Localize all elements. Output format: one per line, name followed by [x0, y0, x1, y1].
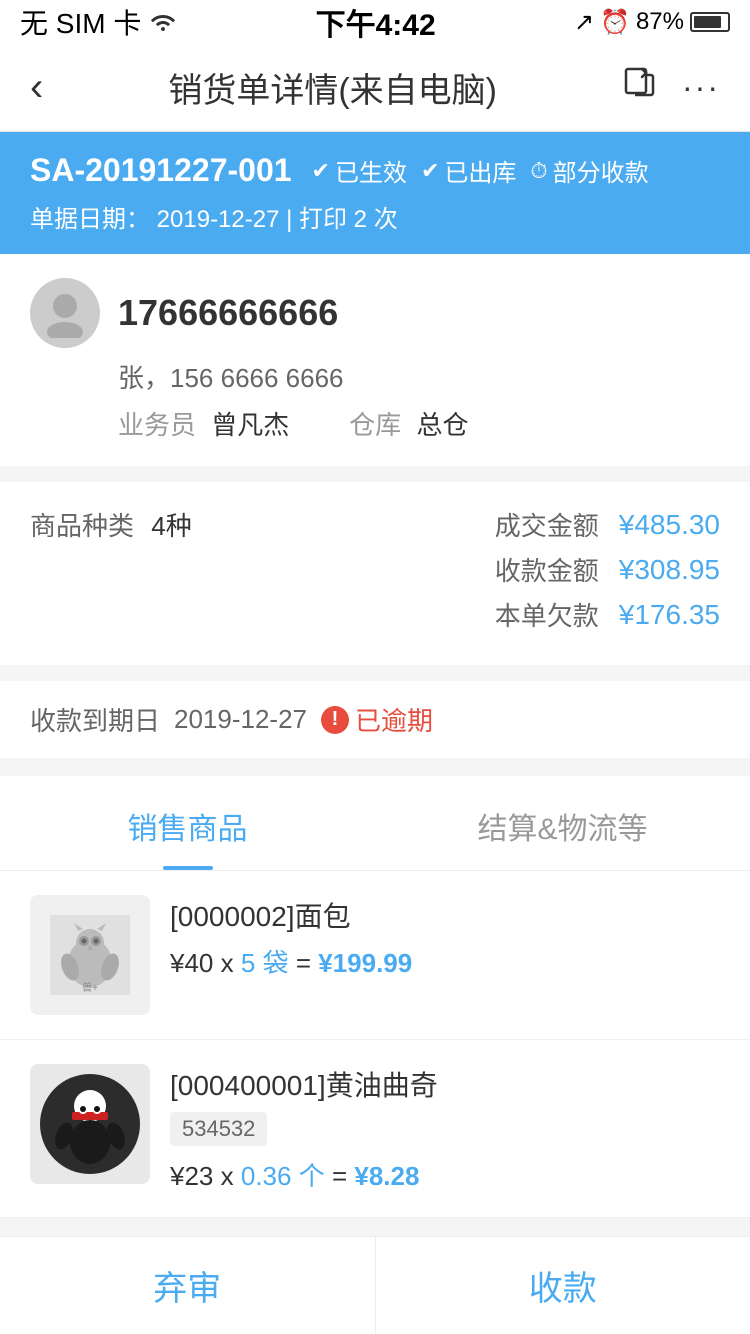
nav-actions: ···	[622, 65, 720, 110]
product-sku-2: 534532	[170, 1112, 267, 1146]
product-item: 兽+ [0000002]面包 ¥40 x 5 袋 = ¥199.99	[0, 871, 750, 1040]
status-left: 无 SIM 卡	[20, 2, 177, 42]
check-icon-1: ✔	[312, 158, 330, 184]
order-id: SA-20191227-001	[30, 152, 292, 189]
product-info-2: [000400001]黄油曲奇 534532 ¥23 x 0.36 个 = ¥8…	[170, 1064, 720, 1193]
overdue-badge: ! 已逾期	[321, 701, 433, 738]
battery-percent: 87%	[636, 8, 684, 36]
header-banner: SA-20191227-001 ✔ 已生效 ✔ 已出库 ⏱ 部分收款 单据日期：…	[0, 132, 750, 254]
section-divider-1	[0, 466, 750, 482]
cancel-review-button[interactable]: 弃审	[0, 1237, 376, 1334]
bottom-bar: 弃审 收款	[0, 1236, 750, 1334]
product-list: 兽+ [0000002]面包 ¥40 x 5 袋 = ¥199.99	[0, 871, 750, 1218]
owe-value: ¥176.35	[619, 599, 720, 631]
warehouse-value: 总仓	[417, 410, 469, 440]
salesperson-value: 曾凡杰	[211, 410, 289, 440]
more-icon[interactable]: ···	[682, 69, 720, 106]
back-button[interactable]: ‹	[30, 65, 43, 110]
page-title: 销货单详情(来自电脑)	[168, 63, 497, 112]
alarm-icon: ⏰	[600, 8, 630, 37]
status-badges: ✔ 已生效 ✔ 已出库 ⏱ 部分收款	[312, 153, 649, 188]
svg-text:兽+: 兽+	[82, 981, 98, 994]
deal-amount-row: 成交金额 ¥485.30	[495, 506, 720, 543]
summary-left: 商品种类 4种	[30, 506, 192, 543]
collected-value: ¥308.95	[619, 554, 720, 586]
carrier-text: 无 SIM 卡	[20, 2, 141, 42]
summary-section: 商品种类 4种 成交金额 ¥485.30 收款金额 ¥308.95 本单欠款 ¥…	[0, 482, 750, 665]
customer-name: 17666666666	[118, 292, 338, 334]
product-qty-2: 0.36	[241, 1161, 292, 1191]
summary-right: 成交金额 ¥485.30 收款金额 ¥308.95 本单欠款 ¥176.35	[495, 506, 720, 641]
product-name-1: [0000002]面包	[170, 895, 720, 935]
customer-row: 17666666666	[30, 278, 720, 348]
customer-section: 17666666666 张，156 6666 6666 业务员 曾凡杰 仓库 总…	[0, 254, 750, 466]
time-display: 下午4:42	[316, 0, 436, 44]
product-total-2: ¥8.28	[354, 1161, 419, 1191]
check-icon-2: ✔	[421, 158, 439, 184]
tab-products[interactable]: 销售商品	[0, 776, 375, 870]
owe-row: 本单欠款 ¥176.35	[495, 596, 720, 633]
avatar	[30, 278, 100, 348]
summary-grid: 商品种类 4种 成交金额 ¥485.30 收款金额 ¥308.95 本单欠款 ¥…	[30, 506, 720, 641]
salesperson-field: 业务员 曾凡杰	[118, 405, 289, 442]
product-item-2: [000400001]黄油曲奇 534532 ¥23 x 0.36 个 = ¥8…	[0, 1040, 750, 1218]
tabs-section: 销售商品 结算&物流等	[0, 776, 750, 871]
due-date-value: 2019-12-27	[174, 704, 307, 735]
due-section: 收款到期日 2019-12-27 ! 已逾期	[0, 681, 750, 758]
product-image-2	[30, 1064, 150, 1184]
product-total-1: ¥199.99	[318, 948, 412, 978]
product-info-1: [0000002]面包 ¥40 x 5 袋 = ¥199.99	[170, 895, 720, 980]
status-right: ↗ ⏰ 87%	[574, 8, 730, 37]
location-icon: ↗	[574, 8, 594, 37]
status-bar: 无 SIM 卡 下午4:42 ↗ ⏰ 87%	[0, 0, 750, 44]
tabs-row: 销售商品 结算&物流等	[0, 776, 750, 871]
overdue-text: 已逾期	[355, 701, 433, 738]
section-divider-3	[0, 758, 750, 774]
product-name-2: [000400001]黄油曲奇	[170, 1064, 720, 1104]
collect-button[interactable]: 收款	[376, 1237, 750, 1334]
deal-amount-value: ¥485.30	[619, 509, 720, 541]
tab-settlement[interactable]: 结算&物流等	[375, 776, 750, 870]
collected-row: 收款金额 ¥308.95	[495, 551, 720, 588]
wifi-icon	[149, 6, 177, 38]
product-image-1: 兽+	[30, 895, 150, 1015]
collected-label: 收款金额	[495, 551, 599, 588]
customer-meta: 业务员 曾凡杰 仓库 总仓	[118, 405, 720, 442]
warehouse-label: 仓库	[349, 410, 401, 440]
order-date-row: 单据日期： 2019-12-27 | 打印 2 次	[30, 199, 720, 234]
section-divider-2	[0, 665, 750, 681]
status-badge-shipped: ✔ 已出库	[421, 153, 516, 188]
category-count: 4种	[151, 511, 191, 541]
product-price-2: ¥23 x 0.36 个 = ¥8.28	[170, 1156, 720, 1193]
nav-bar: ‹ 销货单详情(来自电脑) ···	[0, 44, 750, 132]
battery-icon	[690, 12, 730, 32]
product-price-1: ¥40 x 5 袋 = ¥199.99	[170, 943, 720, 980]
deal-amount-label: 成交金额	[495, 506, 599, 543]
product-qty-1: 5	[241, 948, 255, 978]
owe-label: 本单欠款	[495, 596, 599, 633]
salesperson-label: 业务员	[118, 410, 196, 440]
overdue-icon: !	[321, 706, 349, 734]
clock-icon: ⏱	[530, 158, 547, 184]
share-icon[interactable]	[622, 65, 658, 110]
customer-sub: 张，156 6666 6666	[118, 358, 720, 395]
warehouse-field: 仓库 总仓	[349, 405, 468, 442]
status-badge-partial: ⏱ 部分收款	[530, 153, 648, 188]
status-badge-effective: ✔ 已生效	[312, 153, 407, 188]
due-date-label: 收款到期日	[30, 701, 160, 738]
